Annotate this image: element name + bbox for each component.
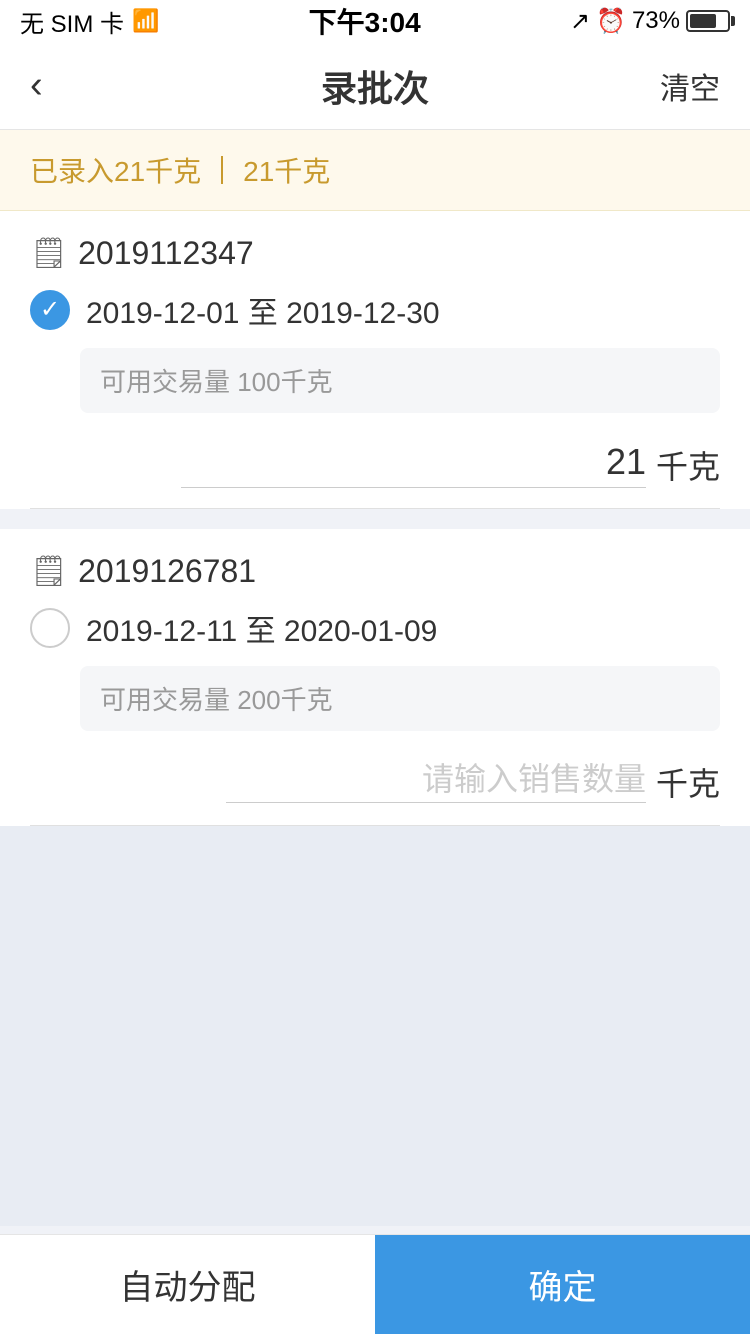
checkmark-icon: ✓ xyxy=(40,298,60,322)
batch-2-radio[interactable] xyxy=(30,608,70,648)
empty-area xyxy=(0,826,750,1226)
batch-2-amount-underline xyxy=(226,761,646,803)
nav-bar: ‹ 录批次 清空 xyxy=(0,42,750,130)
page-title: 录批次 xyxy=(321,60,429,112)
batch-2-doc-icon: 🗒 xyxy=(30,554,68,589)
alarm-icon: ⏰ xyxy=(596,7,626,36)
batch-1-available: 可用交易量 100千克 xyxy=(80,348,720,413)
summary-value: 21千克 xyxy=(243,150,330,190)
batch-card-2: 🗒 2019126781 2019-12-11 至 2020-01-09 可用交… xyxy=(0,529,750,826)
batch-2-amount-row: 千克 xyxy=(0,739,750,825)
summary-label: 已录入21千克 xyxy=(30,150,201,190)
batch-2-number: 2019126781 xyxy=(78,553,256,590)
clear-button[interactable]: 清空 xyxy=(660,64,720,108)
auto-distribute-button[interactable]: 自动分配 xyxy=(0,1235,375,1334)
batch-2-available: 可用交易量 200千克 xyxy=(80,666,720,731)
sim-label: 无 SIM 卡 xyxy=(20,4,124,39)
location-icon: ↗ xyxy=(570,7,590,36)
batch-2-date: 2019-12-11 至 2020-01-09 xyxy=(86,606,437,650)
bottom-bar: 自动分配 确定 xyxy=(0,1234,750,1334)
summary-divider xyxy=(221,156,223,184)
batch-2-amount-input[interactable] xyxy=(226,761,646,798)
battery-icon xyxy=(686,10,730,32)
batch-1-unit: 千克 xyxy=(656,442,720,488)
batch-1-number: 2019112347 xyxy=(78,235,254,272)
batch-2-header: 🗒 2019126781 xyxy=(0,529,750,598)
summary-bar: 已录入21千克 21千克 xyxy=(0,130,750,211)
status-bar: 无 SIM 卡 📶 下午3:04 ↗ ⏰ 73% xyxy=(0,0,750,42)
batch-card-1: 🗒 2019112347 ✓ 2019-12-01 至 2019-12-30 可… xyxy=(0,211,750,509)
batch-1-header: 🗒 2019112347 xyxy=(0,211,750,280)
status-time: 下午3:04 xyxy=(309,1,421,41)
batch-1-doc-icon: 🗒 xyxy=(30,236,68,271)
batch-1-amount-input[interactable] xyxy=(181,441,646,483)
batch-1-amount-row: 千克 xyxy=(0,421,750,508)
back-button[interactable]: ‹ xyxy=(30,64,90,107)
section-divider-1 xyxy=(0,509,750,529)
confirm-button[interactable]: 确定 xyxy=(375,1235,750,1334)
battery-percent: 73% xyxy=(632,7,680,35)
status-right: ↗ ⏰ 73% xyxy=(570,7,730,36)
batch-1-amount-underline xyxy=(181,441,646,488)
battery-fill xyxy=(690,14,716,28)
batch-2-row[interactable]: 2019-12-11 至 2020-01-09 xyxy=(0,598,750,658)
batch-1-date: 2019-12-01 至 2019-12-30 xyxy=(86,288,440,332)
status-left: 无 SIM 卡 📶 xyxy=(20,4,159,39)
batch-2-unit: 千克 xyxy=(656,759,720,805)
batch-1-row[interactable]: ✓ 2019-12-01 至 2019-12-30 xyxy=(0,280,750,340)
wifi-icon: 📶 xyxy=(132,8,159,34)
batch-1-radio[interactable]: ✓ xyxy=(30,290,70,330)
